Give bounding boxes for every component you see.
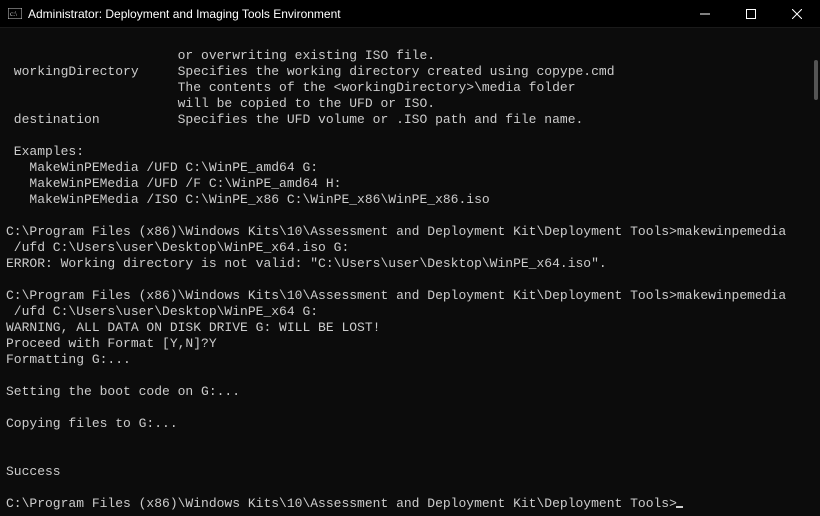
output-line: Examples: (6, 144, 84, 159)
output-line: MakeWinPEMedia /UFD /F C:\WinPE_amd64 H: (6, 176, 341, 191)
output-line: The contents of the <workingDirectory>\m… (6, 80, 576, 95)
output-line: Copying files to G:... (6, 416, 178, 431)
warning-line: WARNING, ALL DATA ON DISK DRIVE G: WILL … (6, 320, 380, 335)
prompt: C:\Program Files (x86)\Windows Kits\10\A… (6, 496, 677, 511)
command: makewinpemedia (677, 224, 786, 239)
title-bar-left: c:\ Administrator: Deployment and Imagin… (8, 7, 341, 21)
output-line: MakeWinPEMedia /ISO C:\WinPE_x86 C:\WinP… (6, 192, 490, 207)
output-line: workingDirectory Specifies the working d… (6, 64, 615, 79)
prompt: C:\Program Files (x86)\Windows Kits\10\A… (6, 288, 677, 303)
cursor (676, 506, 683, 508)
output-line: or overwriting existing ISO file. (6, 48, 435, 63)
output-line: MakeWinPEMedia /UFD C:\WinPE_amd64 G: (6, 160, 318, 175)
error-line: ERROR: Working directory is not valid: "… (6, 256, 607, 271)
scrollbar-thumb[interactable] (814, 60, 818, 100)
output-line: destination Specifies the UFD volume or … (6, 112, 583, 127)
command-cont: /ufd C:\Users\user\Desktop\WinPE_x64 G: (6, 304, 318, 319)
close-button[interactable] (774, 0, 820, 28)
output-line: Formatting G:... (6, 352, 131, 367)
output-line: Success (6, 464, 61, 479)
command: makewinpemedia (677, 288, 786, 303)
output-line: will be copied to the UFD or ISO. (6, 96, 435, 111)
minimize-button[interactable] (682, 0, 728, 28)
svg-text:c:\: c:\ (10, 10, 17, 18)
output-line: Setting the boot code on G:... (6, 384, 240, 399)
title-bar: c:\ Administrator: Deployment and Imagin… (0, 0, 820, 28)
command-cont: /ufd C:\Users\user\Desktop\WinPE_x64.iso… (6, 240, 349, 255)
output-line: Proceed with Format [Y,N]?Y (6, 336, 217, 351)
window-controls (682, 0, 820, 27)
terminal-output[interactable]: or overwriting existing ISO file. workin… (0, 28, 820, 516)
cmd-icon: c:\ (8, 8, 22, 20)
prompt: C:\Program Files (x86)\Windows Kits\10\A… (6, 224, 677, 239)
window-title: Administrator: Deployment and Imaging To… (28, 7, 341, 21)
maximize-button[interactable] (728, 0, 774, 28)
